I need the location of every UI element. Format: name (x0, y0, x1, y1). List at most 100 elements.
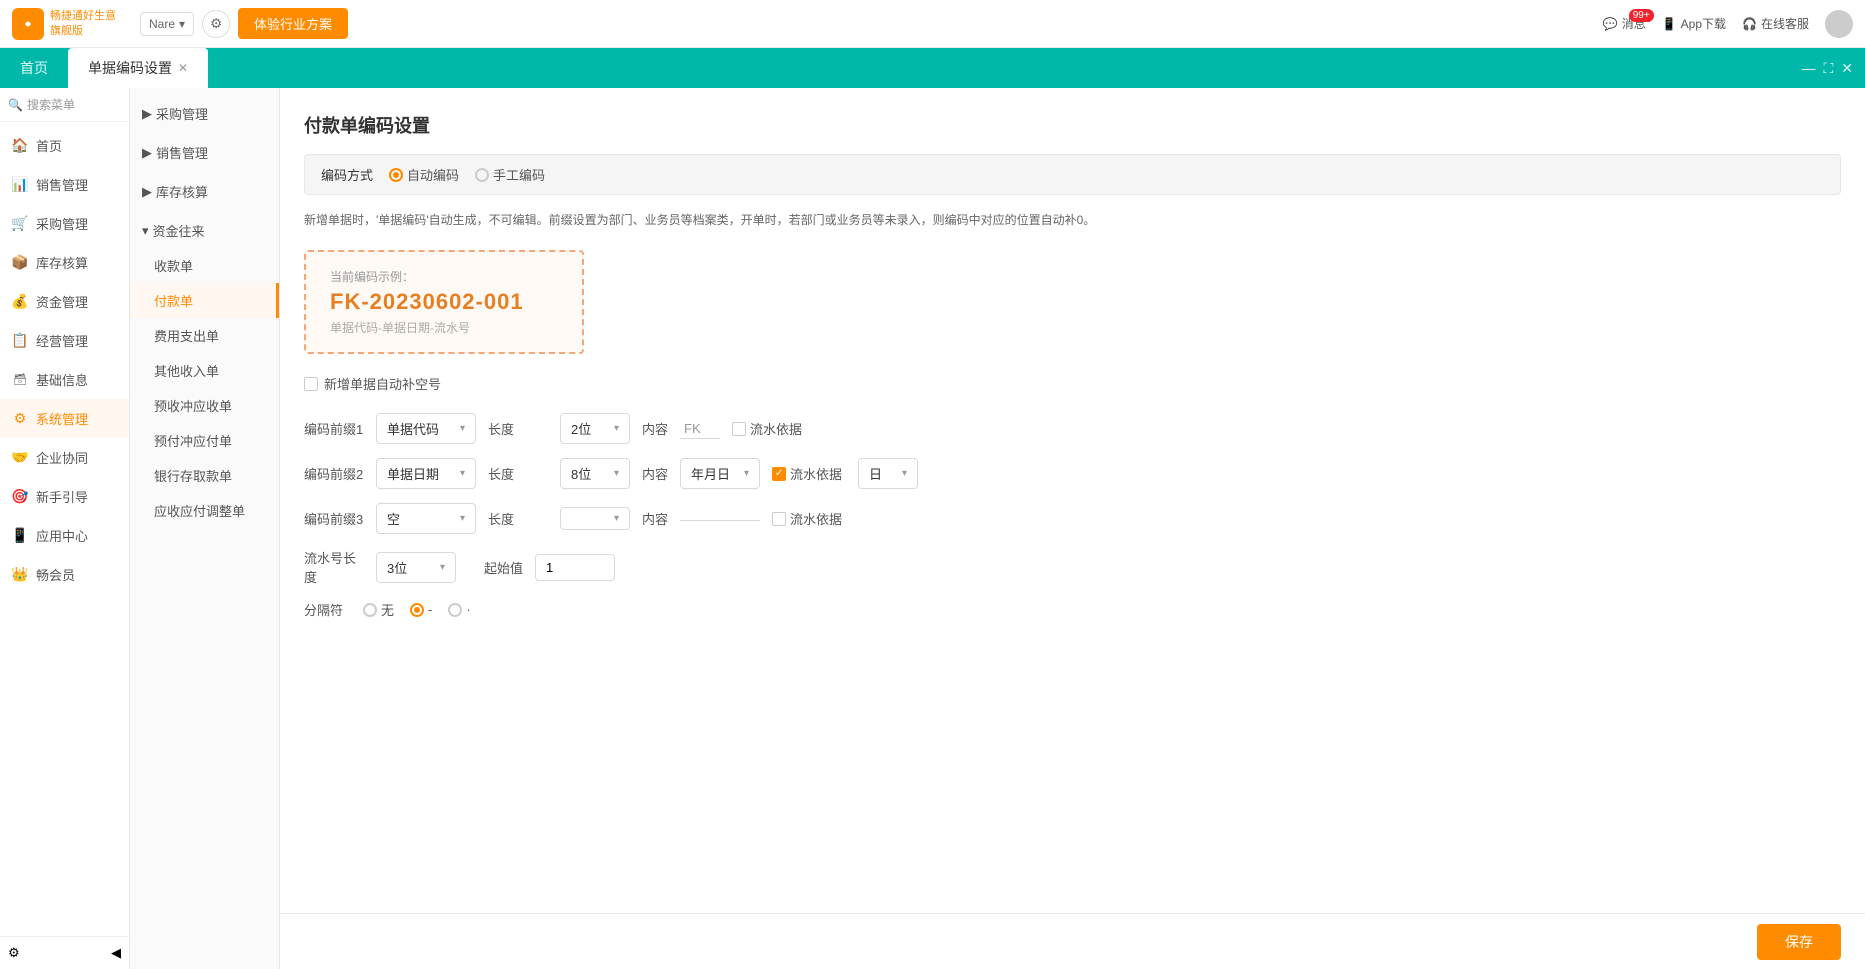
chevron-right-icon: ▶ (142, 106, 152, 122)
separator-none[interactable]: 无 (363, 600, 394, 619)
length3-arrow: ▾ (614, 513, 619, 524)
sidebar-item-purchase[interactable]: 🛒 采购管理 (0, 204, 129, 243)
sidebar-item-enterprise[interactable]: 🤝 企业协同 (0, 438, 129, 477)
auto-fill-checkbox[interactable] (304, 377, 318, 391)
sub-section-sales: ▶ 销售管理 (130, 135, 279, 170)
footer-collapse-icon[interactable]: ◀ (111, 945, 121, 961)
company-selector[interactable]: Nare ▾ (140, 12, 194, 36)
prefix1-select[interactable]: 单据代码 ▾ (376, 413, 476, 444)
sidebar-item-guide[interactable]: 🎯 新手引导 (0, 477, 129, 516)
waterfall1-checkbox[interactable] (732, 422, 746, 436)
sub-section-inventory-header[interactable]: ▶ 库存核算 (130, 174, 279, 209)
separator-none-circle (363, 603, 377, 617)
sub-section-sales-header[interactable]: ▶ 销售管理 (130, 135, 279, 170)
waterfall3-check[interactable]: 流水依据 (772, 509, 842, 528)
content-wrapper: 付款单编码设置 编码方式 自动编码 手工编码 (280, 88, 1865, 969)
separator-radio-group: 无 - · (363, 600, 471, 619)
sub-item-prepay-payable[interactable]: 预付冲应付单 (130, 423, 279, 458)
prefix1-arrow: ▾ (460, 423, 465, 434)
length3-select[interactable]: ▾ (560, 507, 630, 530)
sub-section-purchase-header[interactable]: ▶ 采购管理 (130, 96, 279, 131)
system-icon: ⚙ (12, 411, 28, 427)
top-header: 畅捷通好生意 旗舰版 Nare ▾ ⚙ 体验行业方案 💬 消息 99+ 📱 Ap… (0, 0, 1865, 48)
code-preview-desc: 单据代码-单据日期-流水号 (330, 319, 558, 336)
sidebar-item-home[interactable]: 🏠 首页 (0, 126, 129, 165)
code-preview-value: FK-20230602-001 (330, 289, 558, 315)
header-right: 💬 消息 99+ 📱 App下载 🎧 在线客服 (1603, 10, 1853, 38)
waterfall2-checkbox[interactable]: ✓ (772, 467, 786, 481)
online-service-item[interactable]: 🎧 在线客服 (1742, 15, 1809, 32)
manual-encode-radio[interactable]: 手工编码 (475, 165, 545, 184)
length2-label: 长度 (488, 464, 548, 483)
page-title: 付款单编码设置 (304, 112, 1841, 138)
headset-icon: 🎧 (1742, 17, 1757, 31)
guide-icon: 🎯 (12, 489, 28, 505)
sidebar-item-system[interactable]: ⚙ 系统管理 (0, 399, 129, 438)
auto-fill-row: 新增单据自动补空号 (304, 374, 1841, 393)
sub-item-bank-deposit[interactable]: 银行存取款单 (130, 458, 279, 493)
serial-length-select[interactable]: 3位 ▾ (376, 552, 456, 583)
prefix2-select[interactable]: 单据日期 ▾ (376, 458, 476, 489)
sub-item-payment[interactable]: 付款单 (130, 283, 279, 318)
prefix3-select[interactable]: 空 ▾ (376, 503, 476, 534)
gear-icon: ⚙ (210, 16, 222, 32)
sidebar-item-member[interactable]: 👑 畅会员 (0, 555, 129, 594)
serial-length-label: 流水号长度 (304, 548, 364, 586)
app-download-item[interactable]: 📱 App下载 (1662, 15, 1726, 32)
finance-icon: 💰 (12, 294, 28, 310)
waterfall3-checkbox[interactable] (772, 512, 786, 526)
maximize-icon[interactable]: ⛶ (1823, 60, 1833, 77)
minimize-icon[interactable]: — (1801, 60, 1815, 76)
tab-right-buttons: — ⛶ ✕ (1801, 60, 1865, 77)
sub-item-prepay-receivable[interactable]: 预收冲应收单 (130, 388, 279, 423)
separator-dot1[interactable]: - (410, 602, 432, 617)
auto-encode-radio[interactable]: 自动编码 (389, 165, 459, 184)
waterfall2-period-select[interactable]: 日 ▾ (858, 458, 918, 489)
sidebar-item-sales[interactable]: 📊 销售管理 (0, 165, 129, 204)
inventory-icon: 📦 (12, 255, 28, 271)
footer-settings-icon[interactable]: ⚙ (8, 945, 20, 961)
chevron-down-icon-capital: ▾ (142, 223, 149, 239)
sub-item-expense[interactable]: 费用支出单 (130, 318, 279, 353)
length2-select[interactable]: 8位 ▾ (560, 458, 630, 489)
separator-dot2-circle (448, 603, 462, 617)
sidebar-item-operations[interactable]: 📋 经营管理 (0, 321, 129, 360)
member-icon: 👑 (12, 567, 28, 583)
try-industry-button[interactable]: 体验行业方案 (238, 8, 348, 39)
basic-info-icon: 🗃 (12, 372, 28, 388)
message-item[interactable]: 💬 消息 99+ (1603, 15, 1646, 32)
waterfall1-check[interactable]: 流水依据 (732, 419, 802, 438)
separator-dot2[interactable]: · (448, 602, 470, 617)
content2-select[interactable]: 年月日 ▾ (680, 458, 760, 489)
length3-label: 长度 (488, 509, 548, 528)
header-settings-button[interactable]: ⚙ (202, 10, 230, 38)
start-value-input[interactable] (535, 554, 615, 581)
tab-close-icon[interactable]: ✕ (178, 61, 188, 75)
separator-dot1-circle (410, 603, 424, 617)
app-download-icon: 📱 (1662, 17, 1677, 31)
sidebar: 🔍 搜索菜单 🏠 首页 📊 销售管理 🛒 采购管理 📦 库存核算 💰 (0, 88, 130, 969)
length1-select[interactable]: 2位 ▾ (560, 413, 630, 444)
sub-item-adjust[interactable]: 应收应付调整单 (130, 493, 279, 528)
sub-section-inventory: ▶ 库存核算 (130, 174, 279, 209)
sidebar-search[interactable]: 🔍 搜索菜单 (0, 88, 129, 122)
content1-value: FK (680, 419, 720, 439)
sub-item-receipt[interactable]: 收款单 (130, 248, 279, 283)
tab-encode-settings[interactable]: 单据编码设置 ✕ (68, 48, 208, 88)
sidebar-item-inventory[interactable]: 📦 库存核算 (0, 243, 129, 282)
form-row-prefix2: 编码前缀2 单据日期 ▾ 长度 8位 ▾ 内容 年月日 ▾ ✓ 流水依据 (304, 458, 1841, 489)
tab-home[interactable]: 首页 (0, 48, 68, 88)
avatar[interactable] (1825, 10, 1853, 38)
length2-arrow: ▾ (614, 468, 619, 479)
sidebar-item-finance[interactable]: 💰 资金管理 (0, 282, 129, 321)
search-icon: 🔍 (8, 98, 23, 112)
sub-item-other-income[interactable]: 其他收入单 (130, 353, 279, 388)
waterfall2-check[interactable]: ✓ 流水依据 (772, 464, 842, 483)
sidebar-item-app-center[interactable]: 📱 应用中心 (0, 516, 129, 555)
sidebar-item-basic-info[interactable]: 🗃 基础信息 (0, 360, 129, 399)
window-close-icon[interactable]: ✕ (1841, 60, 1853, 77)
sub-section-capital-header[interactable]: ▾ 资金往来 (130, 213, 279, 248)
save-button[interactable]: 保存 (1757, 924, 1841, 960)
chevron-right-icon-sales: ▶ (142, 145, 152, 161)
main-layout: 🔍 搜索菜单 🏠 首页 📊 销售管理 🛒 采购管理 📦 库存核算 💰 (0, 88, 1865, 969)
